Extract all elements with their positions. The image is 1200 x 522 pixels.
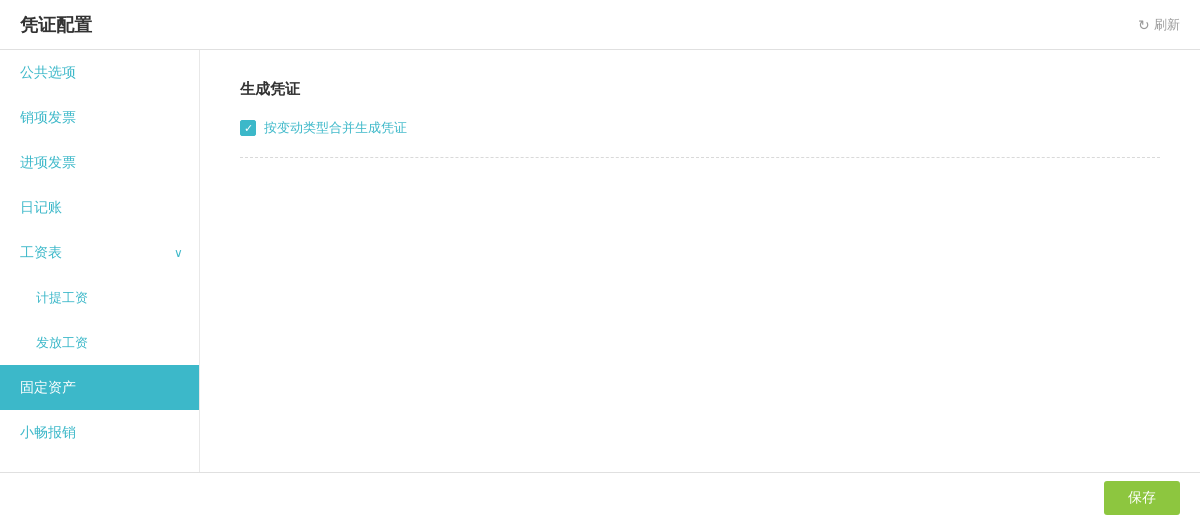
sidebar-item-public-options[interactable]: 公共选项 xyxy=(0,50,199,95)
sidebar-item-label: 销项发票 xyxy=(20,109,76,127)
sidebar-item-purchase-invoice[interactable]: 进项发票 xyxy=(0,140,199,185)
checkbox-label: 按变动类型合并生成凭证 xyxy=(264,119,407,137)
section-divider xyxy=(240,157,1160,158)
sidebar-item-label: 工资表 xyxy=(20,244,62,262)
merge-by-type-checkbox[interactable] xyxy=(240,120,256,136)
checkbox-row: 按变动类型合并生成凭证 xyxy=(240,119,1160,137)
sidebar-item-payroll-table[interactable]: 工资表 ∨ xyxy=(0,230,199,275)
sidebar-item-label: 日记账 xyxy=(20,199,62,217)
page-footer: 保存 xyxy=(0,472,1200,522)
sidebar-item-journal[interactable]: 日记账 xyxy=(0,185,199,230)
section-title: 生成凭证 xyxy=(240,80,1160,99)
sidebar-item-fixed-assets[interactable]: 固定资产 xyxy=(0,365,199,410)
sidebar-item-calc-salary[interactable]: 计提工资 xyxy=(0,275,199,320)
sidebar-item-petty-expense[interactable]: 小畅报销 xyxy=(0,410,199,455)
page-header: 凭证配置 ↻ 刷新 xyxy=(0,0,1200,50)
sidebar-item-label: 计提工资 xyxy=(36,289,88,307)
refresh-button[interactable]: ↻ 刷新 xyxy=(1138,16,1180,34)
sidebar-item-label: 公共选项 xyxy=(20,64,76,82)
chevron-down-icon: ∨ xyxy=(174,246,183,260)
sidebar-item-pay-salary[interactable]: 发放工资 xyxy=(0,320,199,365)
sidebar: 公共选项销项发票进项发票日记账工资表 ∨ 计提工资发放工资固定资产小畅报销 xyxy=(0,50,200,472)
page-title: 凭证配置 xyxy=(20,13,92,37)
sidebar-item-label: 进项发票 xyxy=(20,154,76,172)
save-button[interactable]: 保存 xyxy=(1104,481,1180,515)
sidebar-item-sales-invoice[interactable]: 销项发票 xyxy=(0,95,199,140)
main-container: 公共选项销项发票进项发票日记账工资表 ∨ 计提工资发放工资固定资产小畅报销 生成凭证… xyxy=(0,50,1200,472)
refresh-label: 刷新 xyxy=(1154,16,1180,34)
sidebar-item-label: 固定资产 xyxy=(20,379,76,397)
sidebar-item-label: 发放工资 xyxy=(36,334,88,352)
refresh-icon: ↻ xyxy=(1138,17,1150,33)
content-area: 生成凭证 按变动类型合并生成凭证 xyxy=(200,50,1200,472)
sidebar-item-label: 小畅报销 xyxy=(20,424,76,442)
